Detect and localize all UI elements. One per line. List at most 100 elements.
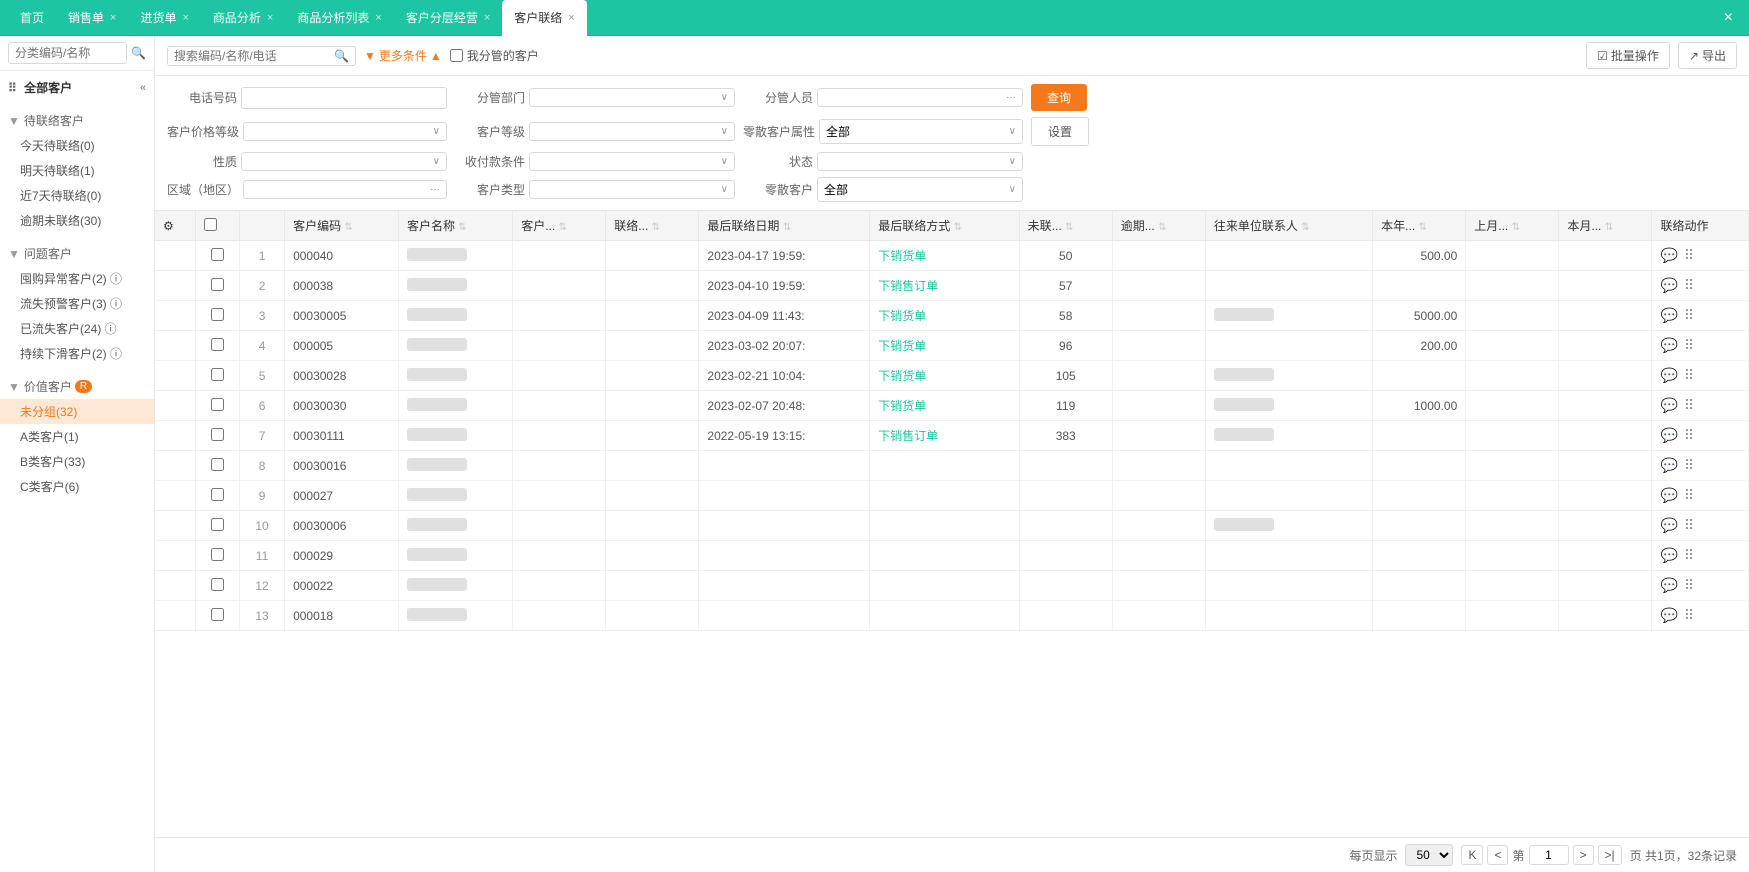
filter-payment-select[interactable]: ∨ (529, 152, 735, 171)
nav-tab-analysis-list[interactable]: 商品分析列表 × (285, 0, 393, 36)
filter-status-select[interactable]: ∨ (817, 152, 1023, 171)
sidebar-item-7days[interactable]: 近7天待联络(0) (0, 183, 154, 208)
row-settings[interactable] (155, 271, 195, 301)
filter-retail-customer-select[interactable]: 全部 ∨ (817, 177, 1023, 202)
query-button[interactable]: 查询 (1031, 84, 1087, 111)
col-overdue[interactable]: 逾期... ⇅ (1112, 211, 1205, 241)
col-contact[interactable]: 联络... ⇅ (606, 211, 699, 241)
sidebar-item-churned[interactable]: 已流失客户(24) ⓘ (0, 316, 154, 341)
row-checkbox[interactable] (195, 511, 240, 541)
col-checkbox[interactable] (195, 211, 240, 241)
nav-tab-customer-seg[interactable]: 客户分层经营 × (394, 0, 502, 36)
sidebar-item-overdue[interactable]: 逾期未联络(30) (0, 208, 154, 233)
row-checkbox[interactable] (195, 481, 240, 511)
all-customers-header[interactable]: ⠿ 全部客户 « (0, 71, 154, 104)
row-settings[interactable] (155, 301, 195, 331)
row-settings[interactable] (155, 541, 195, 571)
call-icon[interactable]: 💬 (1660, 247, 1677, 264)
select-all-checkbox[interactable] (204, 218, 217, 231)
row-checkbox[interactable] (195, 361, 240, 391)
collapse-icon[interactable]: « (140, 82, 146, 94)
row-checkbox[interactable] (195, 571, 240, 601)
row-settings[interactable] (155, 451, 195, 481)
more-actions-icon[interactable]: ⠿ (1684, 517, 1694, 534)
nav-tab-purchase[interactable]: 进货单 × (128, 0, 200, 36)
last-page-btn[interactable]: >| (1598, 845, 1622, 865)
nav-tab-customer-seg-close[interactable]: × (484, 12, 490, 24)
page-input[interactable] (1529, 845, 1569, 865)
filter-customer-type-select[interactable]: ∨ (529, 180, 735, 199)
close-all-button[interactable]: × (1716, 9, 1741, 27)
row-settings[interactable] (155, 481, 195, 511)
more-actions-icon[interactable]: ⠿ (1684, 277, 1694, 294)
last-type-link[interactable]: 下销货单 (878, 369, 926, 383)
more-actions-icon[interactable]: ⠿ (1684, 427, 1694, 444)
col-settings[interactable]: ⚙ (155, 211, 195, 241)
row-settings[interactable] (155, 601, 195, 631)
more-actions-icon[interactable]: ⠿ (1684, 457, 1694, 474)
sidebar-search-input[interactable] (8, 42, 127, 64)
row-settings[interactable] (155, 511, 195, 541)
col-contact-person[interactable]: 往来单位联系人 ⇅ (1205, 211, 1372, 241)
batch-ops-button[interactable]: ☑ 批量操作 (1586, 42, 1670, 69)
col-this-year[interactable]: 本年... ⇅ (1373, 211, 1466, 241)
reset-button[interactable]: 设置 (1031, 117, 1089, 146)
call-icon[interactable]: 💬 (1660, 487, 1677, 504)
last-type-link[interactable]: 下销售订单 (878, 279, 938, 293)
sidebar-item-abnormal[interactable]: 囤购异常客户(2) ⓘ (0, 266, 154, 291)
call-icon[interactable]: 💬 (1660, 307, 1677, 324)
filter-region-select[interactable]: ··· (243, 180, 447, 199)
more-actions-icon[interactable]: ⠿ (1684, 607, 1694, 624)
filter-nature-select[interactable]: ∨ (241, 152, 447, 171)
sidebar-item-class-a[interactable]: A类客户(1) (0, 424, 154, 449)
sidebar-item-declining[interactable]: 持续下滑客户(2) ⓘ (0, 341, 154, 366)
more-actions-icon[interactable]: ⠿ (1684, 307, 1694, 324)
more-actions-icon[interactable]: ⠿ (1684, 337, 1694, 354)
my-customers-checkbox[interactable]: 我分管的客户 (450, 47, 539, 64)
col-not-contacted[interactable]: 未联... ⇅ (1019, 211, 1112, 241)
last-type-link[interactable]: 下销售订单 (878, 429, 938, 443)
row-checkbox[interactable] (195, 601, 240, 631)
prev-page-btn[interactable]: < (1487, 845, 1508, 865)
sidebar-group-problem-title[interactable]: ▼ 问题客户 (0, 241, 154, 266)
last-type-link[interactable]: 下销货单 (878, 309, 926, 323)
nav-tab-customer-contact-close[interactable]: × (568, 12, 574, 24)
row-checkbox[interactable] (195, 271, 240, 301)
nav-tab-purchase-close[interactable]: × (182, 12, 188, 24)
row-settings[interactable] (155, 241, 195, 271)
row-settings[interactable] (155, 571, 195, 601)
filter-manager-select[interactable]: ··· (817, 88, 1023, 107)
first-page-btn[interactable]: K (1461, 845, 1483, 865)
call-icon[interactable]: 💬 (1660, 607, 1677, 624)
col-type[interactable]: 客户... ⇅ (513, 211, 606, 241)
call-icon[interactable]: 💬 (1660, 577, 1677, 594)
sidebar-group-pending-title[interactable]: ▼ 待联络客户 (0, 108, 154, 133)
more-actions-icon[interactable]: ⠿ (1684, 487, 1694, 504)
col-last-type[interactable]: 最后联络方式 ⇅ (870, 211, 1019, 241)
col-last-month[interactable]: 上月... ⇅ (1466, 211, 1559, 241)
my-customers-check[interactable] (450, 49, 463, 62)
filter-price-level-select[interactable]: ∨ (243, 122, 447, 141)
col-last-date[interactable]: 最后联络日期 ⇅ (699, 211, 870, 241)
call-icon[interactable]: 💬 (1660, 517, 1677, 534)
next-page-btn[interactable]: > (1573, 845, 1594, 865)
row-settings[interactable] (155, 421, 195, 451)
row-settings[interactable] (155, 361, 195, 391)
sidebar-item-churn-warning[interactable]: 流失预警客户(3) ⓘ (0, 291, 154, 316)
call-icon[interactable]: 💬 (1660, 457, 1677, 474)
sidebar-item-today[interactable]: 今天待联络(0) (0, 133, 154, 158)
nav-tab-analysis[interactable]: 商品分析 × (201, 0, 285, 36)
nav-tab-analysis-close[interactable]: × (267, 12, 273, 24)
main-search-icon[interactable]: 🔍 (334, 49, 349, 63)
export-button[interactable]: ↗ 导出 (1678, 42, 1737, 69)
nav-tab-home[interactable]: 首页 (8, 0, 56, 36)
per-page-select[interactable]: 50 (1405, 844, 1453, 866)
row-settings[interactable] (155, 391, 195, 421)
row-checkbox[interactable] (195, 241, 240, 271)
sidebar-item-class-c[interactable]: C类客户(6) (0, 474, 154, 499)
filter-customer-level-select[interactable]: ∨ (529, 122, 735, 141)
nav-tab-sales[interactable]: 销售单 × (56, 0, 128, 36)
col-name[interactable]: 客户名称 ⇅ (398, 211, 512, 241)
nav-tab-sales-close[interactable]: × (110, 12, 116, 24)
row-checkbox[interactable] (195, 301, 240, 331)
